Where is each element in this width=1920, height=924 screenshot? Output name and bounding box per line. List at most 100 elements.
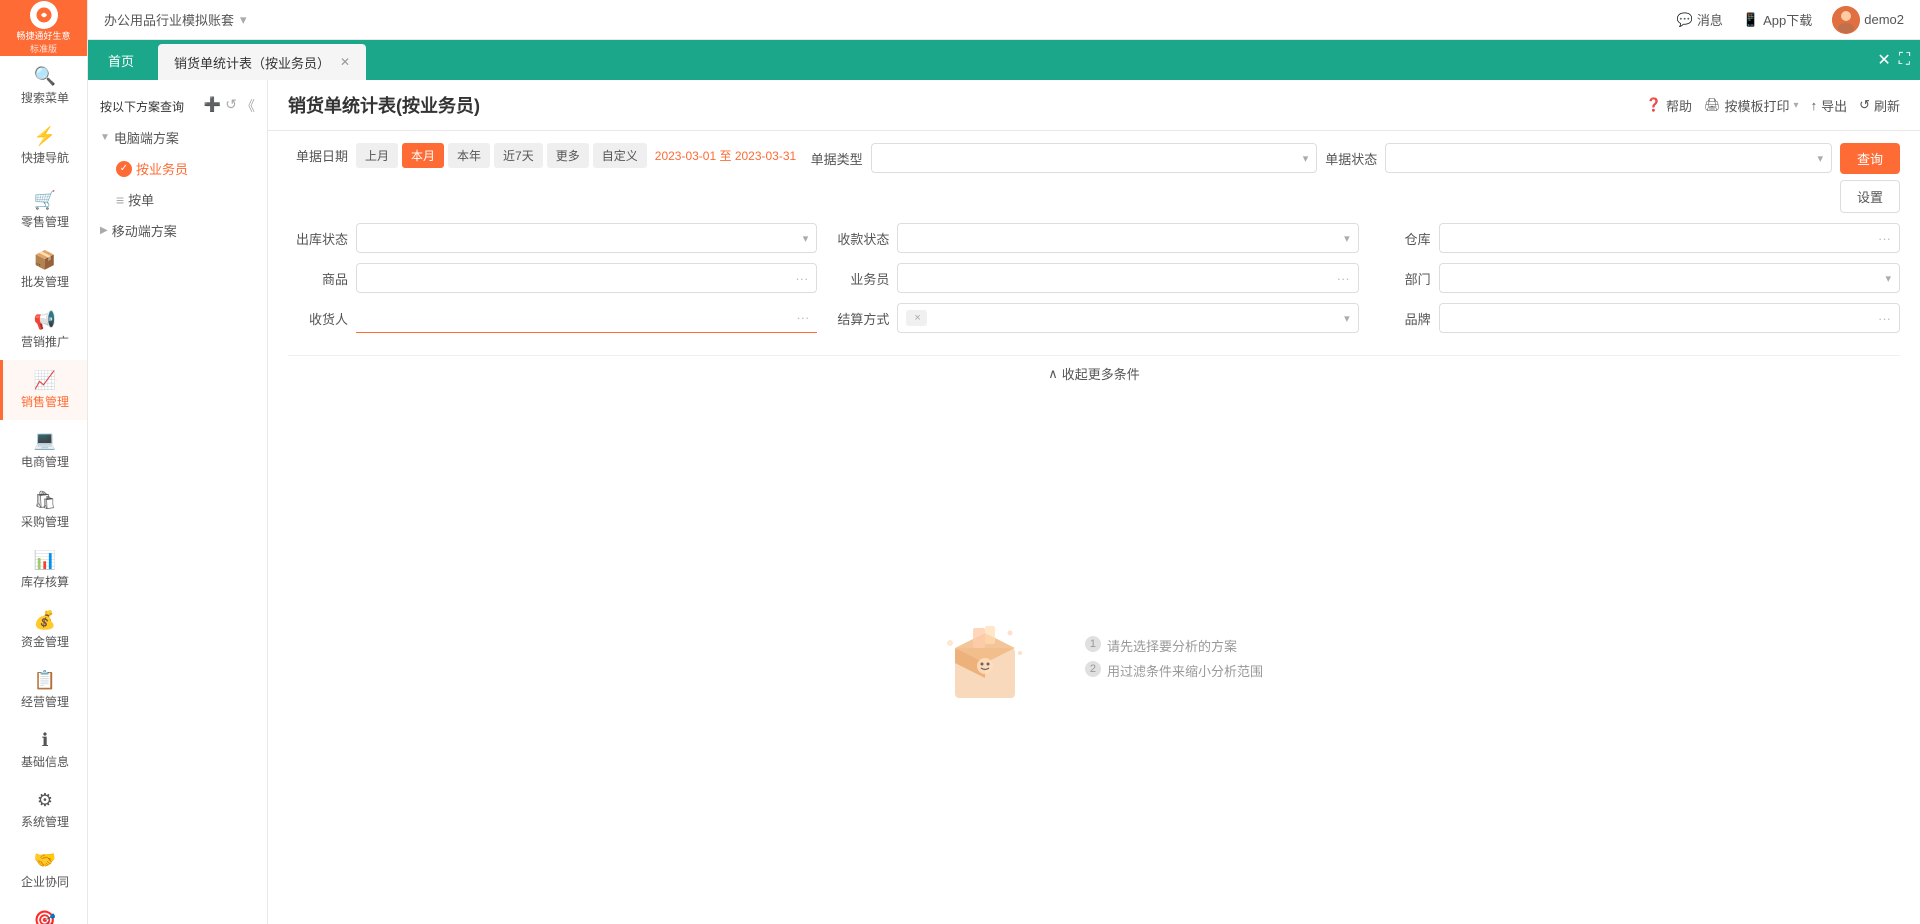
- doc-status-label: 单据状态: [1317, 149, 1377, 168]
- doc-type-chevron: ▾: [1303, 152, 1309, 165]
- warehouse-dots: ···: [1878, 231, 1891, 246]
- salesperson-label: 业务员: [829, 269, 889, 288]
- filter-cell-goods: 商品 ···: [288, 263, 817, 293]
- tree-item-by-order[interactable]: ≡ 按单: [88, 184, 267, 215]
- sidebar-item-retail[interactable]: 🛒 零售管理: [0, 180, 88, 240]
- help-button[interactable]: ❓ 帮助: [1646, 96, 1692, 115]
- wholesale-icon: 📦: [34, 250, 56, 271]
- salesperson-select[interactable]: ···: [897, 263, 1358, 293]
- purchase-icon: 🛍: [34, 490, 57, 511]
- add-scheme-button[interactable]: ➕: [204, 96, 221, 116]
- message-icon: 💬: [1677, 12, 1693, 28]
- sidebar-item-system[interactable]: ⚙ 系统管理: [0, 780, 88, 840]
- query-button[interactable]: 查询: [1840, 143, 1900, 174]
- export-button[interactable]: ↑ 导出: [1811, 96, 1848, 115]
- tree-item-desktop[interactable]: ▼ 电脑端方案: [88, 122, 267, 153]
- sidebar-item-sales[interactable]: 📈 销售管理: [0, 360, 88, 420]
- filter-cell-out-status: 出库状态 ▾: [288, 223, 817, 253]
- print-icon: 🖨: [1704, 97, 1721, 113]
- refresh-button[interactable]: ↺ 刷新: [1859, 96, 1900, 115]
- app-logo: 畅捷通好生意 标准版: [0, 0, 88, 56]
- goods-select[interactable]: ···: [356, 263, 817, 293]
- date-custom[interactable]: 自定义: [593, 143, 647, 168]
- sidebar: 畅捷通好生意 标准版 🔍 搜索菜单 ⚡ 快捷导航 🛒 零售管理 📦 批发管理 📢…: [0, 0, 88, 924]
- tree-collapse-icon: ▶: [100, 225, 108, 236]
- tab-close-all-button[interactable]: ✕: [1877, 50, 1890, 70]
- export-icon: ↑: [1811, 98, 1818, 113]
- breadcrumb-dropdown-icon[interactable]: ▾: [240, 12, 247, 28]
- date-last-7days[interactable]: 近7天: [494, 143, 543, 168]
- doc-type-select[interactable]: ▾: [871, 143, 1318, 173]
- filter-section: 单据日期 上月 本月 本年 近7天 更多 自定义 2023-03-01 至 20…: [268, 131, 1920, 391]
- tab-maximize-button[interactable]: ⛶: [1899, 51, 1910, 69]
- main-area: 办公用品行业模拟账套 ▾ 💬 消息 📱 App下载 demo2 首页: [88, 0, 1920, 924]
- refresh-scheme-button[interactable]: ↺: [225, 96, 237, 116]
- settings-button[interactable]: 设置: [1840, 180, 1900, 213]
- empty-step1-text: 请先选择要分析的方案: [1107, 636, 1237, 655]
- user-name: demo2: [1864, 12, 1904, 27]
- quick-nav-icon: ⚡: [34, 126, 56, 147]
- recv-status-select[interactable]: ▾: [897, 223, 1358, 253]
- department-select[interactable]: ▾: [1439, 263, 1900, 293]
- empty-steps: 1 请先选择要分析的方案 2 用过滤条件来缩小分析范围: [1085, 636, 1263, 680]
- empty-content: 1 请先选择要分析的方案 2 用过滤条件来缩小分析范围: [925, 598, 1263, 718]
- breadcrumb-text: 办公用品行业模拟账套: [104, 10, 234, 29]
- date-last-month[interactable]: 上月: [356, 143, 398, 168]
- collapse-button[interactable]: ∧ 收起更多条件: [1048, 364, 1140, 383]
- consignee-input[interactable]: ···: [356, 303, 817, 333]
- sidebar-item-marketing[interactable]: 📢 营销推广: [0, 300, 88, 360]
- empty-state: 1 请先选择要分析的方案 2 用过滤条件来缩小分析范围: [268, 391, 1920, 924]
- refresh-icon: ↺: [1859, 97, 1870, 113]
- empty-step-1: 1 请先选择要分析的方案: [1085, 636, 1263, 655]
- user-menu[interactable]: demo2: [1832, 6, 1904, 34]
- download-icon: 📱: [1743, 12, 1759, 28]
- sidebar-item-quick-nav[interactable]: ⚡ 快捷导航: [0, 116, 88, 176]
- doc-status-select[interactable]: ▾: [1385, 143, 1832, 173]
- sidebar-item-wholesale[interactable]: 📦 批发管理: [0, 240, 88, 300]
- inventory-icon: 📊: [34, 550, 56, 571]
- tutorial-icon: 🎯: [34, 910, 56, 924]
- right-content: 销货单统计表(按业务员) ❓ 帮助 🖨 按模板打印 ▾ ↑ 导出: [268, 80, 1920, 924]
- breadcrumb: 办公用品行业模拟账套 ▾: [104, 10, 247, 29]
- date-more[interactable]: 更多: [547, 143, 589, 168]
- settlement-select[interactable]: × ▾: [897, 303, 1358, 333]
- sidebar-item-tutorial[interactable]: 🎯 新手引导: [0, 900, 88, 924]
- date-this-year[interactable]: 本年: [448, 143, 490, 168]
- sidebar-item-inventory[interactable]: 📊 库存核算: [0, 540, 88, 600]
- sidebar-item-search[interactable]: 🔍 搜索菜单: [0, 56, 88, 116]
- tab-sales-stats[interactable]: 销货单统计表（按业务员） ✕: [158, 44, 366, 80]
- collapse-panel-button[interactable]: 《: [241, 96, 255, 116]
- filter-cell-date: 单据日期 上月 本月 本年 近7天 更多 自定义 2023-03-01 至 20…: [288, 143, 803, 168]
- content-area: 按以下方案查询 ➕ ↺ 《 ▼ 电脑端方案 ✓ 按业务员 ≡ 按单: [88, 80, 1920, 924]
- message-button[interactable]: 💬 消息: [1677, 10, 1723, 29]
- sidebar-item-basic[interactable]: ℹ 基础信息: [0, 720, 88, 780]
- sidebar-item-finance[interactable]: 💰 资金管理: [0, 600, 88, 660]
- settlement-tag-close[interactable]: ×: [914, 312, 920, 324]
- date-this-month[interactable]: 本月: [402, 143, 444, 168]
- sidebar-item-operations[interactable]: 📋 经营管理: [0, 660, 88, 720]
- system-icon: ⚙: [37, 790, 53, 811]
- app-download-button[interactable]: 📱 App下载: [1743, 10, 1812, 29]
- recv-status-label: 收款状态: [829, 229, 889, 248]
- filter-rows: 单据日期 上月 本月 本年 近7天 更多 自定义 2023-03-01 至 20…: [288, 131, 1900, 355]
- template-print-button[interactable]: 🖨 按模板打印 ▾: [1704, 96, 1799, 115]
- warehouse-select[interactable]: ···: [1439, 223, 1900, 253]
- tab-label: 销货单统计表（按业务员）: [174, 53, 330, 72]
- tab-home[interactable]: 首页: [88, 40, 154, 80]
- order-icon: ≡: [116, 192, 124, 208]
- out-status-select[interactable]: ▾: [356, 223, 817, 253]
- left-panel-actions: ➕ ↺ 《: [204, 96, 255, 116]
- tree-item-salesperson[interactable]: ✓ 按业务员: [88, 153, 267, 184]
- brand-select[interactable]: ···: [1439, 303, 1900, 333]
- settlement-tag: ×: [906, 310, 926, 326]
- date-filter-label: 单据日期: [288, 146, 348, 165]
- tree-item-mobile[interactable]: ▶ 移动端方案: [88, 215, 267, 246]
- sidebar-item-purchase[interactable]: 🛍 采购管理: [0, 480, 88, 540]
- sidebar-item-ecommerce[interactable]: 💻 电商管理: [0, 420, 88, 480]
- filter-cell-recv-status: 收款状态 ▾: [829, 223, 1358, 253]
- sidebar-item-enterprise[interactable]: 🤝 企业协同: [0, 840, 88, 900]
- salesperson-dots: ···: [1337, 271, 1350, 286]
- tab-close-button[interactable]: ✕: [340, 55, 350, 69]
- tab-bar-actions: ✕ ⛶: [1867, 40, 1920, 80]
- operations-icon: 📋: [34, 670, 56, 691]
